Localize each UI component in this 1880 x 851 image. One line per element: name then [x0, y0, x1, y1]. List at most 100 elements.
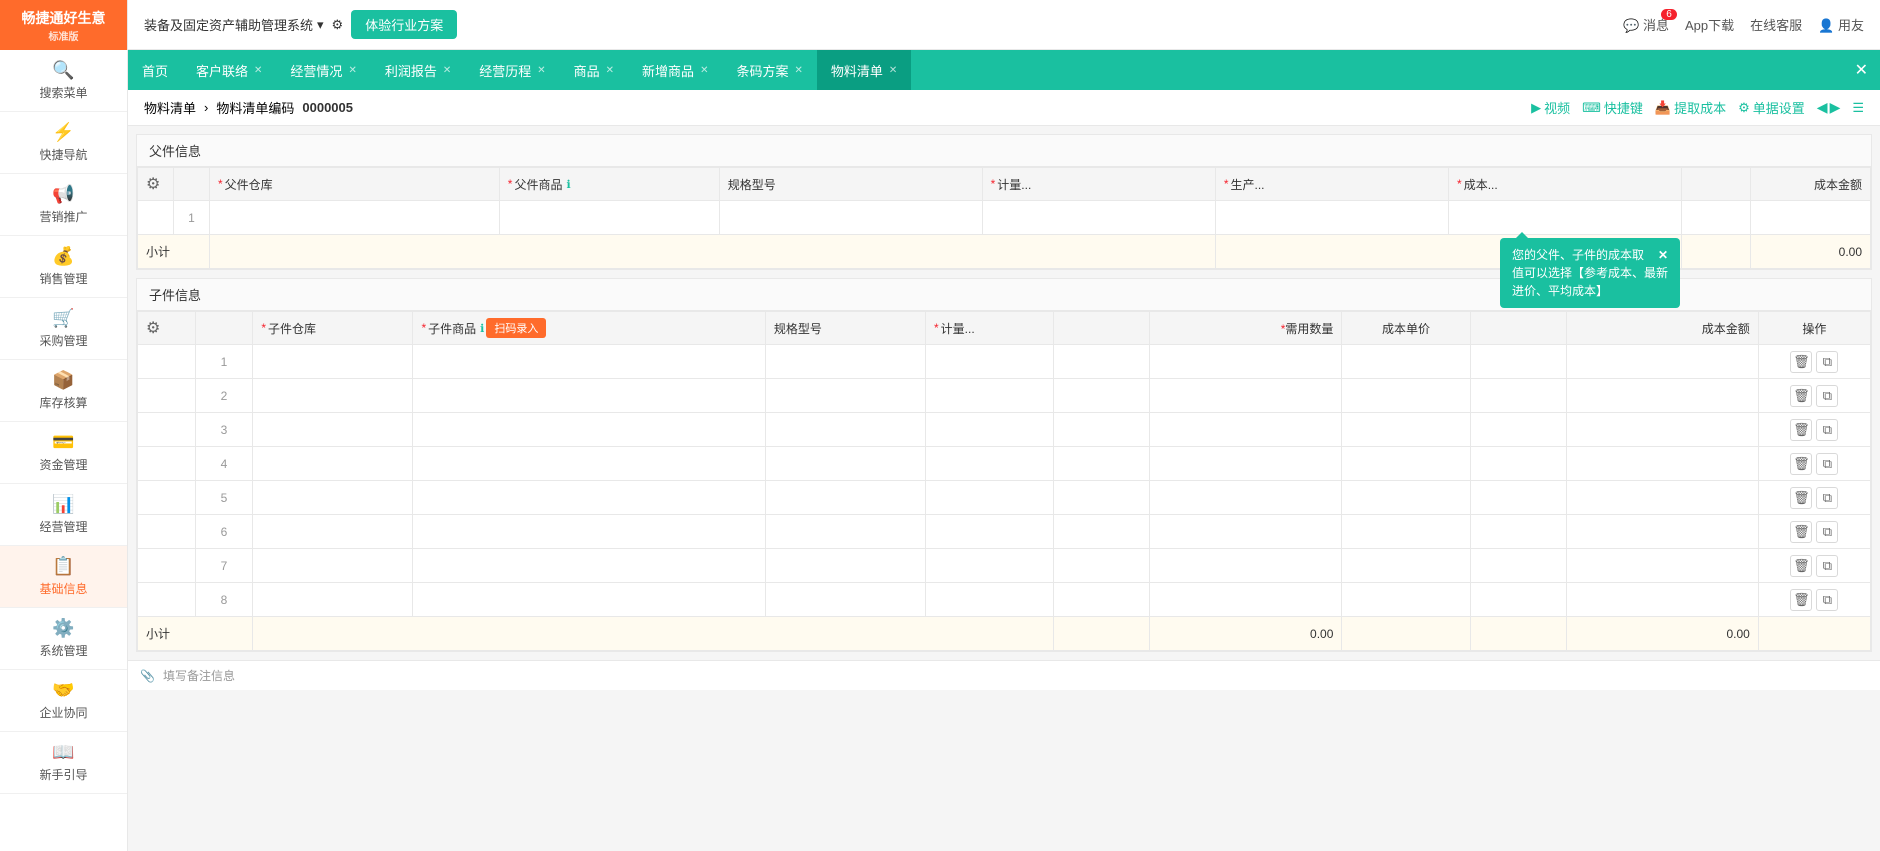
app-download[interactable]: App下载	[1685, 15, 1734, 34]
tab-close-icon[interactable]: ✕	[794, 65, 802, 76]
message-wrap[interactable]: 💬 消息 6	[1623, 15, 1669, 34]
child-qty-8[interactable]	[1150, 583, 1342, 617]
child-measure-2[interactable]	[925, 379, 1053, 413]
child-measure-8[interactable]	[925, 583, 1053, 617]
child-warehouse-7[interactable]	[253, 549, 413, 583]
nav-tab-客户联络[interactable]: 客户联络✕	[182, 50, 276, 90]
child-unitcost-2[interactable]	[1342, 379, 1470, 413]
child-unitcost-7[interactable]	[1342, 549, 1470, 583]
child-qty-6[interactable]	[1150, 515, 1342, 549]
child-col-settings-icon[interactable]: ⚙	[146, 320, 160, 337]
child-unitcost-4[interactable]	[1342, 447, 1470, 481]
delete-btn-2[interactable]: 🗑	[1790, 385, 1812, 407]
child-spec-8[interactable]	[765, 583, 925, 617]
trial-button[interactable]: 体验行业方案	[351, 10, 457, 39]
nav-tab-物料清单[interactable]: 物料清单✕	[817, 50, 911, 90]
delete-btn-1[interactable]: 🗑	[1790, 351, 1812, 373]
child-qty-5[interactable]	[1150, 481, 1342, 515]
layout-icon[interactable]: ☰	[1852, 100, 1864, 116]
child-unitcost-3[interactable]	[1342, 413, 1470, 447]
system-select[interactable]: 装备及固定资产辅助管理系统 ▾	[144, 15, 324, 34]
sidebar-item-经营管理[interactable]: 📊经营管理	[0, 484, 127, 546]
tab-close-icon[interactable]: ✕	[889, 65, 897, 76]
copy-btn-6[interactable]: ⧉	[1816, 521, 1838, 543]
sidebar-item-采购管理[interactable]: 🛒采购管理	[0, 298, 127, 360]
child-measure-1[interactable]	[925, 345, 1053, 379]
tab-close-icon[interactable]: ✕	[443, 65, 451, 76]
parent-measure-cell[interactable]	[982, 201, 1215, 235]
child-measure-7[interactable]	[925, 549, 1053, 583]
delete-btn-7[interactable]: 🗑	[1790, 555, 1812, 577]
delete-btn-5[interactable]: 🗑	[1790, 487, 1812, 509]
sidebar-item-资金管理[interactable]: 💳资金管理	[0, 422, 127, 484]
settings-action[interactable]: ⚙ 单据设置	[1738, 98, 1805, 117]
child-unitcost-5[interactable]	[1342, 481, 1470, 515]
child-warehouse-2[interactable]	[253, 379, 413, 413]
delete-btn-8[interactable]: 🗑	[1790, 589, 1812, 611]
parent-product-cell[interactable]	[499, 201, 719, 235]
tooltip-close[interactable]: ✕	[1658, 246, 1668, 264]
copy-btn-1[interactable]: ⧉	[1816, 351, 1838, 373]
child-product-4[interactable]	[413, 447, 765, 481]
child-qty-1[interactable]	[1150, 345, 1342, 379]
sidebar-item-库存核算[interactable]: 📦库存核算	[0, 360, 127, 422]
nav-arrows[interactable]: ◀▶	[1817, 99, 1841, 116]
sidebar-item-快捷导航[interactable]: ⚡快捷导航	[0, 112, 127, 174]
sidebar-item-系统管理[interactable]: ⚙️系统管理	[0, 608, 127, 670]
child-measure-5[interactable]	[925, 481, 1053, 515]
child-product-5[interactable]	[413, 481, 765, 515]
child-qty-2[interactable]	[1150, 379, 1342, 413]
nav-tab-经营情况[interactable]: 经营情况✕	[276, 50, 370, 90]
sidebar-item-企业协同[interactable]: 🤝企业协同	[0, 670, 127, 732]
col-settings-icon[interactable]: ⚙	[146, 176, 160, 193]
child-warehouse-8[interactable]	[253, 583, 413, 617]
child-spec-4[interactable]	[765, 447, 925, 481]
parent-produce-cell[interactable]	[1215, 201, 1448, 235]
settings-icon[interactable]: ⚙	[332, 17, 344, 33]
child-measure-3[interactable]	[925, 413, 1053, 447]
tab-close-icon[interactable]: ✕	[254, 65, 262, 76]
user-info[interactable]: 👤 用友	[1818, 15, 1864, 34]
scan-button[interactable]: 扫码录入	[486, 318, 546, 338]
child-qty-4[interactable]	[1150, 447, 1342, 481]
nav-tab-经营历程[interactable]: 经营历程✕	[465, 50, 559, 90]
child-measure-4[interactable]	[925, 447, 1053, 481]
copy-btn-8[interactable]: ⧉	[1816, 589, 1838, 611]
nav-tab-条码方案[interactable]: 条码方案✕	[722, 50, 816, 90]
sidebar-item-销售管理[interactable]: 💰销售管理	[0, 236, 127, 298]
tab-close-icon[interactable]: ✕	[348, 65, 356, 76]
delete-btn-4[interactable]: 🗑	[1790, 453, 1812, 475]
parent-warehouse-cell[interactable]	[210, 201, 500, 235]
child-product-8[interactable]	[413, 583, 765, 617]
sidebar-item-基础信息[interactable]: 📋基础信息	[0, 546, 127, 608]
delete-btn-3[interactable]: 🗑	[1790, 419, 1812, 441]
child-warehouse-4[interactable]	[253, 447, 413, 481]
copy-btn-5[interactable]: ⧉	[1816, 487, 1838, 509]
child-unitcost-8[interactable]	[1342, 583, 1470, 617]
copy-btn-2[interactable]: ⧉	[1816, 385, 1838, 407]
delete-btn-6[interactable]: 🗑	[1790, 521, 1812, 543]
child-spec-3[interactable]	[765, 413, 925, 447]
child-qty-7[interactable]	[1150, 549, 1342, 583]
child-warehouse-6[interactable]	[253, 515, 413, 549]
child-warehouse-3[interactable]	[253, 413, 413, 447]
nav-tab-首页[interactable]: 首页	[128, 50, 182, 90]
nav-tab-商品[interactable]: 商品✕	[560, 50, 628, 90]
tab-close-icon[interactable]: ✕	[700, 65, 708, 76]
child-product-3[interactable]	[413, 413, 765, 447]
child-qty-3[interactable]	[1150, 413, 1342, 447]
child-spec-5[interactable]	[765, 481, 925, 515]
copy-btn-4[interactable]: ⧉	[1816, 453, 1838, 475]
child-unitcost-1[interactable]	[1342, 345, 1470, 379]
tab-close-icon[interactable]: ✕	[537, 65, 545, 76]
child-product-7[interactable]	[413, 549, 765, 583]
child-warehouse-5[interactable]	[253, 481, 413, 515]
parent-cost-cell[interactable]	[1449, 201, 1682, 235]
child-product-6[interactable]	[413, 515, 765, 549]
copy-btn-7[interactable]: ⧉	[1816, 555, 1838, 577]
sidebar-item-新手引导[interactable]: 📖新手引导	[0, 732, 127, 794]
child-unitcost-6[interactable]	[1342, 515, 1470, 549]
view-action[interactable]: ▶ 视频	[1531, 98, 1570, 117]
child-spec-7[interactable]	[765, 549, 925, 583]
online-service[interactable]: 在线客服	[1750, 15, 1802, 34]
